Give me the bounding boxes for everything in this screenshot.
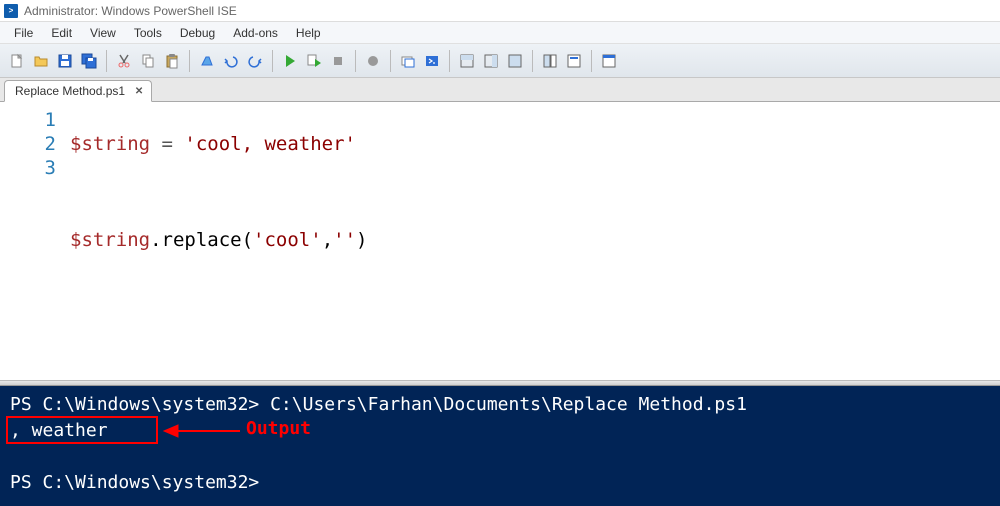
menu-tools[interactable]: Tools [126, 24, 170, 42]
separator-icon [390, 50, 391, 72]
open-file-button[interactable] [30, 50, 52, 72]
paren-token: ( [242, 229, 253, 251]
separator-icon [106, 50, 107, 72]
menu-debug[interactable]: Debug [172, 24, 223, 42]
toolbar [0, 44, 1000, 78]
close-icon[interactable]: ✕ [133, 85, 145, 97]
remote-tab-button[interactable] [397, 50, 419, 72]
string-token: '' [333, 229, 356, 251]
undo-button[interactable] [220, 50, 242, 72]
annotation-arrow-icon [162, 422, 242, 440]
line-number: 1 [0, 108, 56, 132]
new-file-button[interactable] [6, 50, 28, 72]
console-blank [10, 444, 990, 470]
paren-token: ) [356, 229, 367, 251]
tab-label: Replace Method.ps1 [15, 84, 125, 98]
code-content[interactable]: $string = 'cool, weather' $string.replac… [70, 102, 1000, 380]
variable-token: $string [70, 229, 150, 251]
separator-icon [272, 50, 273, 72]
copy-button[interactable] [137, 50, 159, 72]
command-addon-button[interactable] [539, 50, 561, 72]
separator-icon [532, 50, 533, 72]
separator-icon [189, 50, 190, 72]
redo-button[interactable] [244, 50, 266, 72]
annotation-box [6, 416, 158, 444]
show-script-pane-button[interactable] [456, 50, 478, 72]
code-editor[interactable]: 1 2 3 $string = 'cool, weather' $string.… [0, 102, 1000, 380]
separator-icon [355, 50, 356, 72]
line-number: 2 [0, 132, 56, 156]
save-button[interactable] [54, 50, 76, 72]
menu-help[interactable]: Help [288, 24, 329, 42]
menu-view[interactable]: View [82, 24, 124, 42]
console-line: PS C:\Windows\system32> C:\Users\Farhan\… [10, 392, 990, 418]
menu-edit[interactable]: Edit [43, 24, 80, 42]
show-script-max-button[interactable] [504, 50, 526, 72]
file-tab[interactable]: Replace Method.ps1 ✕ [4, 80, 152, 102]
window-title: Administrator: Windows PowerShell ISE [24, 4, 237, 18]
breakpoint-button[interactable] [362, 50, 384, 72]
show-command-button[interactable] [563, 50, 585, 72]
tab-bar: Replace Method.ps1 ✕ [0, 78, 1000, 102]
line-numbers: 1 2 3 [0, 102, 70, 380]
separator-icon [591, 50, 592, 72]
string-token: 'cool' [253, 229, 322, 251]
separator-icon [449, 50, 450, 72]
titlebar: > Administrator: Windows PowerShell ISE [0, 0, 1000, 22]
annotation-label: Output [246, 416, 311, 442]
operator-token: = [150, 133, 184, 155]
prompt-text: PS C:\Windows\system32> [10, 394, 270, 415]
command-text: C:\Users\Farhan\Documents\Replace Method… [270, 394, 747, 415]
run-selection-button[interactable] [303, 50, 325, 72]
powershell-icon: > [4, 4, 18, 18]
string-token: 'cool, weather' [184, 133, 356, 155]
comma-token: , [322, 229, 333, 251]
method-token: .replace [150, 229, 242, 251]
show-script-right-button[interactable] [480, 50, 502, 72]
console-pane[interactable]: PS C:\Windows\system32> C:\Users\Farhan\… [0, 386, 1000, 506]
clear-button[interactable] [196, 50, 218, 72]
powershell-tab-button[interactable] [421, 50, 443, 72]
run-button[interactable] [279, 50, 301, 72]
menubar: File Edit View Tools Debug Add-ons Help [0, 22, 1000, 44]
save-all-button[interactable] [78, 50, 100, 72]
console-prompt: PS C:\Windows\system32> [10, 470, 990, 496]
stop-button[interactable] [327, 50, 349, 72]
paste-button[interactable] [161, 50, 183, 72]
menu-file[interactable]: File [6, 24, 41, 42]
cut-button[interactable] [113, 50, 135, 72]
line-number: 3 [0, 156, 56, 180]
snippets-button[interactable] [598, 50, 620, 72]
variable-token: $string [70, 133, 150, 155]
menu-addons[interactable]: Add-ons [225, 24, 286, 42]
